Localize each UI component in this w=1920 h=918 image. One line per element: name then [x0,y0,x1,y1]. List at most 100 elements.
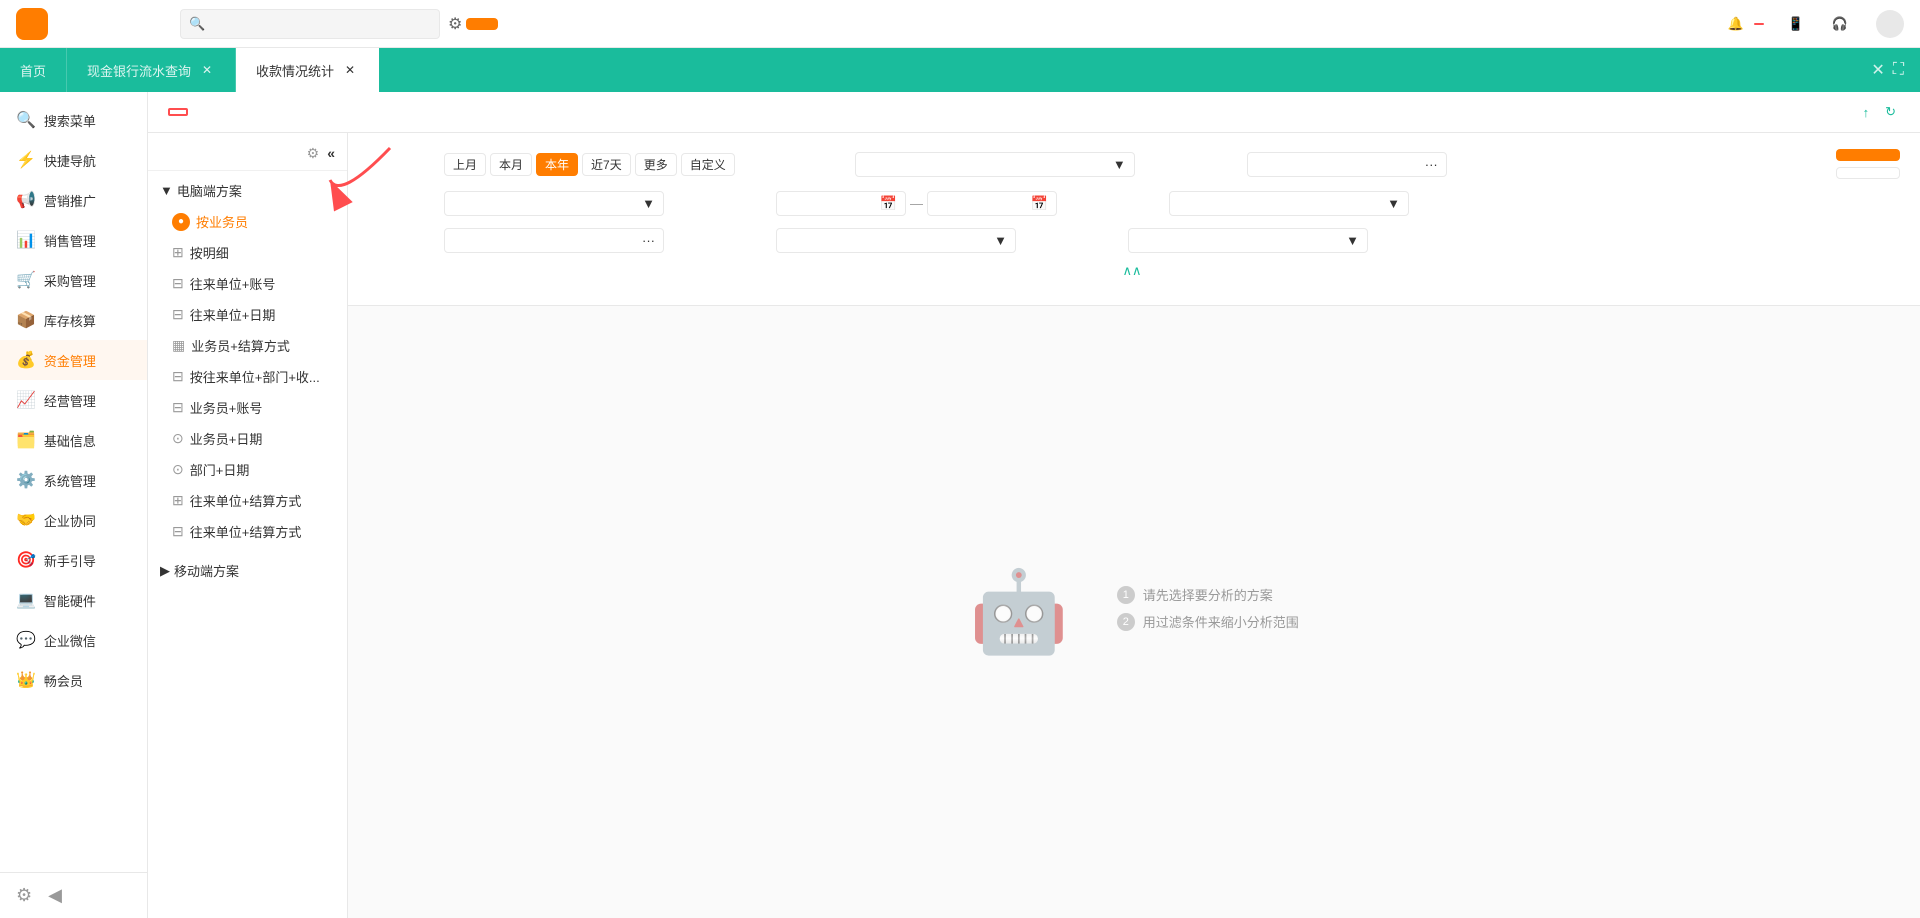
filter-settings-button[interactable] [1836,167,1900,179]
messages-button[interactable]: 🔔 [1727,16,1763,32]
audit-date-group: 📅 — 📅 [776,191,1057,216]
sidebar-item-quicknav[interactable]: ⚡ 快捷导航 [0,140,147,180]
search-icon: 🔍 [189,16,205,32]
business-type-chevron-icon: ▼ [1346,233,1359,248]
sidebar-item-marketing[interactable]: 📢 营销推广 [0,180,147,220]
scheme-item-dept-date[interactable]: ⊙ 部门+日期 [148,454,347,485]
search-input[interactable] [209,17,431,31]
hardware-icon: 💻 [16,590,36,610]
tab-bank-flow-close[interactable]: ✕ [199,62,215,78]
sidebar-item-enterprise-label: 企业协同 [44,511,96,530]
empty-tips: 1 请先选择要分析的方案 2 用过滤条件来缩小分析范围 [1117,585,1299,639]
bottom-collapse-icon[interactable]: ◀ [48,885,62,906]
sidebar-item-inventory[interactable]: 📦 库存核算 [0,300,147,340]
scheme-group-desktop: ▼ 电脑端方案 ● 按业务员 ⊞ 按明细 ⊟ 往来单位+账号 [148,171,347,551]
tab-bank-flow[interactable]: 现金银行流水查询 ✕ [67,48,236,92]
sidebar-item-hardware[interactable]: 💻 智能硬件 [0,580,147,620]
inventory-icon: 📦 [16,310,36,330]
tab-home[interactable]: 首页 [0,48,67,92]
voucher-type-select[interactable]: ▼ [855,152,1135,177]
status-chevron-icon: ▼ [1387,196,1400,211]
sidebar-item-system-label: 系统管理 [44,471,96,490]
page-header-actions: ↑ ↻ [1863,104,1900,120]
export-icon: ↑ [1863,105,1870,120]
scheme-item-by-salesperson[interactable]: ● 按业务员 [148,206,347,237]
close-window-icon[interactable]: ✕ [1871,60,1884,80]
scheme-group-mobile-title[interactable]: ▶ 移动端方案 [148,555,347,586]
business-type-select[interactable]: ▼ [1128,228,1368,253]
expand-icon[interactable]: ⛶ [1893,61,1904,79]
sidebar-nav: 🔍 搜索菜单 ⚡ 快捷导航 📢 营销推广 📊 销售管理 🛒 采购管理 📦 [0,92,147,872]
scheme-collapse-button[interactable]: « [327,145,335,162]
sidebar-item-system[interactable]: ⚙️ 系统管理 [0,460,147,500]
top-search[interactable]: 🔍 [180,9,440,39]
audit-date-start[interactable]: 📅 [776,191,906,216]
sidebar-item-sales[interactable]: 📊 销售管理 [0,220,147,260]
salesperson-select[interactable]: ··· [1247,152,1447,177]
calendar-start-icon: 📅 [880,195,897,212]
sidebar-item-basicinfo-label: 基础信息 [44,431,96,450]
date-btn-7days[interactable]: 近7天 [582,153,631,176]
search-menu-icon: 🔍 [16,110,36,130]
date-btn-this-year[interactable]: 本年 [536,153,578,176]
bottom-settings-icon[interactable]: ⚙ [16,885,32,906]
scheme-group-icon: ⊞ [172,244,184,261]
calendar-end-icon: 📅 [1031,195,1048,212]
date-btn-custom[interactable]: 自定义 [681,153,735,176]
page-header: ↑ ↻ [148,92,1920,133]
scheme-item-by-detail[interactable]: ⊞ 按明细 [148,237,347,268]
group-arrow-icon: ▼ [160,183,173,198]
empty-state: 🤖 1 请先选择要分析的方案 2 用过滤条件来缩小分析范围 [348,306,1920,918]
query-button[interactable] [1836,149,1900,161]
online-service-button[interactable]: 🎧 [1832,16,1852,32]
sidebar-item-guide-label: 新手引导 [44,551,96,570]
sidebar-item-funds-label: 资金管理 [44,351,96,370]
partner-category-select[interactable]: ▼ [776,228,1016,253]
audit-date-end[interactable]: 📅 [927,191,1057,216]
chevron-down-icon: ▼ [1113,157,1126,172]
filter-row-2: ▼ 📅 — [368,191,1900,216]
scheme-item-partner-date[interactable]: ⊟ 往来单位+日期 [148,299,347,330]
filter-action-btns [1836,149,1900,179]
settings-icon[interactable]: ⚙ [448,14,462,34]
scheme-table2-icon: ⊟ [172,306,184,323]
scheme-item-salesperson-settlement[interactable]: ▦ 业务员+结算方式 [148,330,347,361]
sidebar-item-funds[interactable]: 💰 资金管理 [0,340,147,380]
sidebar-item-guide[interactable]: 🎯 新手引导 [0,540,147,580]
tab-receipt-stats[interactable]: 收款情况统计 ✕ [236,48,379,92]
sidebar-item-enterprise[interactable]: 🤝 企业协同 [0,500,147,540]
dept-select[interactable]: ▼ [444,191,664,216]
messages-badge [1754,23,1764,25]
export-button[interactable]: ↑ [1863,105,1874,120]
sidebar-item-basicinfo[interactable]: 🗂️ 基础信息 [0,420,147,460]
scheme-settings-button[interactable]: ⚙ [307,145,320,162]
scheme-group-desktop-title[interactable]: ▼ 电脑端方案 [148,175,347,206]
sidebar-item-search[interactable]: 🔍 搜索菜单 [0,100,147,140]
app-download-button[interactable]: 📱 [1788,16,1808,32]
tab-receipt-stats-close[interactable]: ✕ [342,62,358,78]
partner-select[interactable]: ··· [444,228,664,253]
trial-button[interactable] [466,18,498,30]
sidebar-item-sales-label: 销售管理 [44,231,96,250]
sidebar-item-wechat[interactable]: 💬 企业微信 [0,620,147,660]
scheme-panel: ⚙ « ▼ 电脑端方案 ● 按业务员 ⊞ 按明细 [148,133,348,918]
date-btn-last-month[interactable]: 上月 [444,153,486,176]
scheme-item-salesperson-date[interactable]: ⊙ 业务员+日期 [148,423,347,454]
date-btn-more[interactable]: 更多 [635,153,677,176]
avatar[interactable] [1876,10,1904,38]
scheme-item-partner-settlement1[interactable]: ⊞ 往来单位+结算方式 [148,485,347,516]
scheme-group-mobile: ▶ 移动端方案 [148,551,347,590]
sidebar-item-purchase[interactable]: 🛒 采购管理 [0,260,147,300]
empty-tip-1: 1 请先选择要分析的方案 [1117,585,1299,604]
voucher-status-select[interactable]: ▼ [1169,191,1409,216]
scheme-item-salesperson-account[interactable]: ⊟ 业务员+账号 [148,392,347,423]
date-btn-this-month[interactable]: 本月 [490,153,532,176]
sidebar-item-member[interactable]: 👑 畅会员 [0,660,147,700]
scheme-item-partner-dept[interactable]: ⊟ 按往来单位+部门+收... [148,361,347,392]
collapse-more-button[interactable]: ∧∧ [368,253,1900,289]
tab-bar-controls: ✕ ⛶ [1871,60,1920,80]
scheme-item-partner-settlement2[interactable]: ⊟ 往来单位+结算方式 [148,516,347,547]
refresh-button[interactable]: ↻ [1885,104,1900,120]
scheme-item-partner-account[interactable]: ⊟ 往来单位+账号 [148,268,347,299]
sidebar-item-operations[interactable]: 📈 经营管理 [0,380,147,420]
